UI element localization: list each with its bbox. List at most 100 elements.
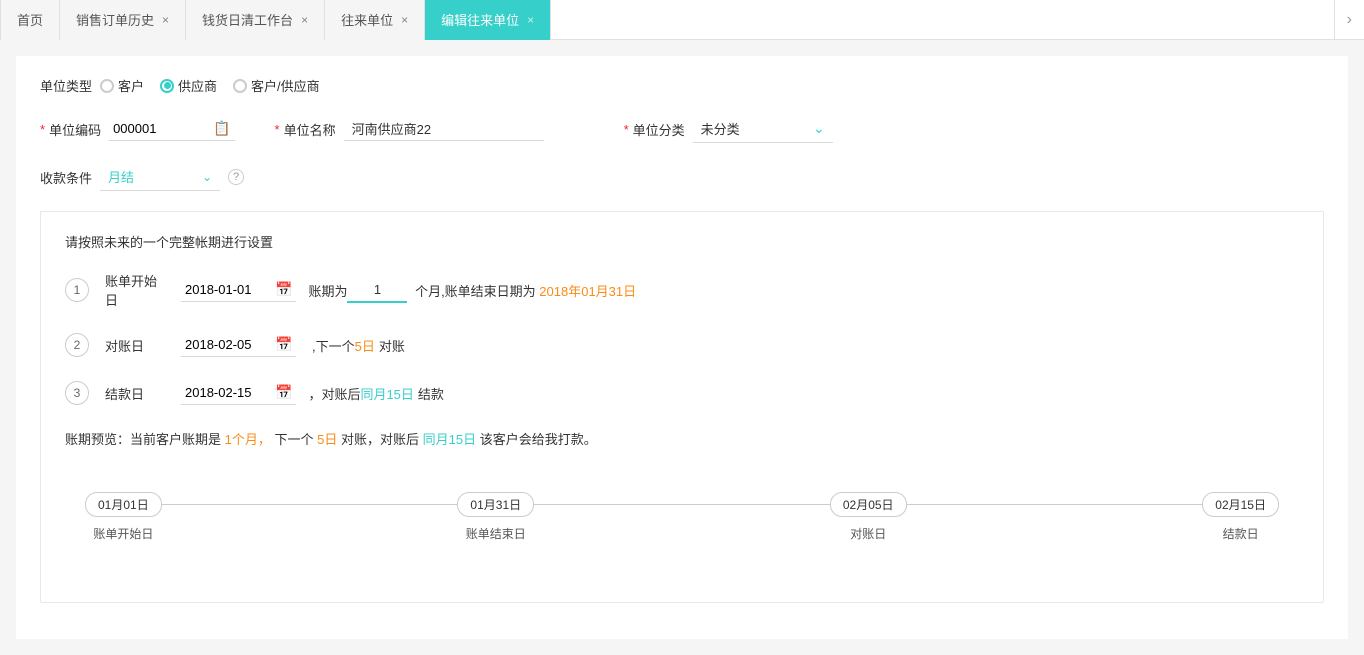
tab-daily-clear[interactable]: 钱货日清工作台 ×: [186, 0, 325, 40]
row-label-3: 结款日: [105, 384, 165, 403]
required-mark-name: *: [275, 122, 280, 137]
required-mark-category: *: [624, 122, 629, 137]
settle-date-highlight: 同月15日: [360, 384, 413, 403]
unit-category-arrow: ⌄: [813, 120, 825, 137]
node-label-1: 账单结束日: [466, 525, 526, 542]
unit-name-input[interactable]: [344, 117, 544, 141]
setting-row-2: 2 对账日 📅 ,下一个 5日 对账: [65, 333, 1299, 357]
unit-category-value: 未分类: [701, 119, 807, 138]
start-date-calendar-icon[interactable]: 📅: [271, 279, 296, 300]
reconcile-date-highlight: 5日: [355, 336, 375, 355]
radio-customer[interactable]: 客户: [100, 76, 144, 95]
reconcile-desc-suffix: 对账: [379, 336, 405, 355]
reconcile-date-input[interactable]: [181, 333, 271, 356]
settle-date-calendar-icon[interactable]: 📅: [271, 382, 296, 403]
preview-highlight1: 1个月，: [225, 432, 271, 447]
preview-label: 账期预览：当前客户账期是: [65, 432, 221, 447]
tab-close-daily[interactable]: ×: [301, 13, 308, 27]
unit-name-label: 单位名称: [284, 120, 336, 139]
preview-text1: 下一个: [275, 432, 314, 447]
start-date-input[interactable]: [181, 278, 271, 301]
tabs-bar: 首页 销售订单历史 × 钱货日清工作台 × 往来单位 × 编辑往来单位 × ›: [0, 0, 1364, 40]
row-num-3: 3: [65, 381, 89, 405]
radio-customer-supplier[interactable]: 客户/供应商: [233, 76, 320, 95]
unit-category-select[interactable]: 未分类 ⌄: [693, 115, 833, 143]
radio-circle-customer-supplier: [233, 79, 247, 93]
tab-contacts[interactable]: 往来单位 ×: [325, 0, 425, 40]
period-months-input[interactable]: [347, 278, 407, 303]
unit-name-field: * 单位名称: [275, 117, 544, 141]
node-box-3: 02月15日: [1202, 492, 1279, 517]
tab-close-edit-contacts[interactable]: ×: [527, 13, 534, 27]
tab-sales-order-history[interactable]: 销售订单历史 ×: [60, 0, 186, 40]
unit-type-field: 单位类型 客户 供应商 客户/供应商: [40, 76, 320, 95]
payment-terms-label: 收款条件: [40, 168, 92, 187]
settle-date-input-wrap: 📅: [181, 381, 296, 405]
unit-category-field: * 单位分类 未分类 ⌄: [624, 115, 833, 143]
node-box-1: 01月31日: [457, 492, 534, 517]
main-content: 单位类型 客户 供应商 客户/供应商 * 单位编码: [16, 56, 1348, 639]
radio-circle-supplier: [160, 79, 174, 93]
tab-more-button[interactable]: ›: [1334, 0, 1364, 40]
node-label-2: 对账日: [850, 525, 886, 542]
node-box-0: 01月01日: [85, 492, 162, 517]
unit-code-field: * 单位编码 📋: [40, 117, 235, 141]
help-icon[interactable]: ?: [228, 169, 244, 185]
period-desc-prefix: 账期为: [308, 281, 347, 300]
row-num-2: 2: [65, 333, 89, 357]
unit-type-label: 单位类型: [40, 76, 92, 95]
unit-code-input-wrap: 📋: [109, 117, 234, 141]
preview-text2: 对账，对账后: [341, 432, 419, 447]
timeline-node-0: 01月01日 账单开始日: [85, 492, 162, 542]
preview-highlight2: 5日: [317, 432, 337, 447]
required-mark-code: *: [40, 122, 45, 137]
timeline-node-1: 01月31日 账单结束日: [457, 492, 534, 542]
radio-circle-customer: [100, 79, 114, 93]
setting-row-1: 1 账单开始日 📅 账期为 个月,账单结束日期为 2018年01月31日: [65, 271, 1299, 309]
radio-label-customer-supplier: 客户/供应商: [251, 76, 320, 95]
unit-info-row: * 单位编码 📋 * 单位名称 * 单位分类 未分类 ⌄: [40, 115, 1324, 143]
radio-label-supplier: 供应商: [178, 76, 217, 95]
preview-text3: 该客户会给我打款。: [480, 432, 597, 447]
node-box-2: 02月05日: [830, 492, 907, 517]
payment-terms-value: 月结: [108, 167, 196, 186]
reconcile-desc-prefix: ,下一个: [308, 336, 354, 355]
reconcile-date-input-wrap: 📅: [181, 333, 296, 357]
tab-close-sales[interactable]: ×: [162, 13, 169, 27]
tab-edit-contacts[interactable]: 编辑往来单位 ×: [425, 0, 551, 40]
start-date-input-wrap: 📅: [181, 278, 296, 302]
payment-terms-arrow: ⌄: [202, 170, 212, 184]
panel-title: 请按照未来的一个完整帐期进行设置: [65, 232, 1299, 251]
settle-desc-suffix: 结款: [418, 384, 444, 403]
radio-label-customer: 客户: [118, 76, 144, 95]
copy-icon[interactable]: 📋: [209, 118, 234, 139]
settle-desc-prefix: ，对账后: [308, 384, 360, 403]
timeline-node-3: 02月15日 结款日: [1202, 492, 1279, 542]
setting-row-3: 3 结款日 📅 ，对账后 同月15日 结款: [65, 381, 1299, 405]
row-num-1: 1: [65, 278, 89, 302]
radio-supplier[interactable]: 供应商: [160, 76, 217, 95]
settle-date-input[interactable]: [181, 381, 271, 404]
row-label-1: 账单开始日: [105, 271, 165, 309]
node-label-0: 账单开始日: [93, 525, 153, 542]
timeline-wrap: 01月01日 账单开始日 01月31日 账单结束日 02月05日 对账日 02月…: [65, 472, 1299, 582]
payment-terms-row: 收款条件 月结 ⌄ ?: [40, 163, 1324, 191]
payment-terms-field: 收款条件 月结 ⌄ ?: [40, 163, 244, 191]
preview-text: 账期预览：当前客户账期是 1个月， 下一个 5日 对账，对账后 同月15日 该客…: [65, 429, 1299, 448]
timeline-nodes: 01月01日 账单开始日 01月31日 账单结束日 02月05日 对账日 02月…: [85, 492, 1279, 542]
payment-terms-select[interactable]: 月结 ⌄: [100, 163, 220, 191]
unit-type-radio-group: 客户 供应商 客户/供应商: [100, 76, 320, 95]
timeline-node-2: 02月05日 对账日: [830, 492, 907, 542]
unit-code-input[interactable]: [109, 117, 209, 140]
tab-home[interactable]: 首页: [0, 0, 60, 40]
row-label-2: 对账日: [105, 336, 165, 355]
period-end-date-highlight: 2018年01月31日: [539, 281, 636, 300]
node-label-3: 结款日: [1223, 525, 1259, 542]
period-settings-panel: 请按照未来的一个完整帐期进行设置 1 账单开始日 📅 账期为 个月,账单结束日期…: [40, 211, 1324, 603]
period-desc-suffix: 个月,账单结束日期为: [411, 281, 539, 300]
tab-close-contacts[interactable]: ×: [401, 13, 408, 27]
reconcile-date-calendar-icon[interactable]: 📅: [271, 334, 296, 355]
unit-code-label: 单位编码: [49, 120, 101, 139]
preview-highlight3: 同月15日: [423, 432, 476, 447]
unit-type-row: 单位类型 客户 供应商 客户/供应商: [40, 76, 1324, 95]
